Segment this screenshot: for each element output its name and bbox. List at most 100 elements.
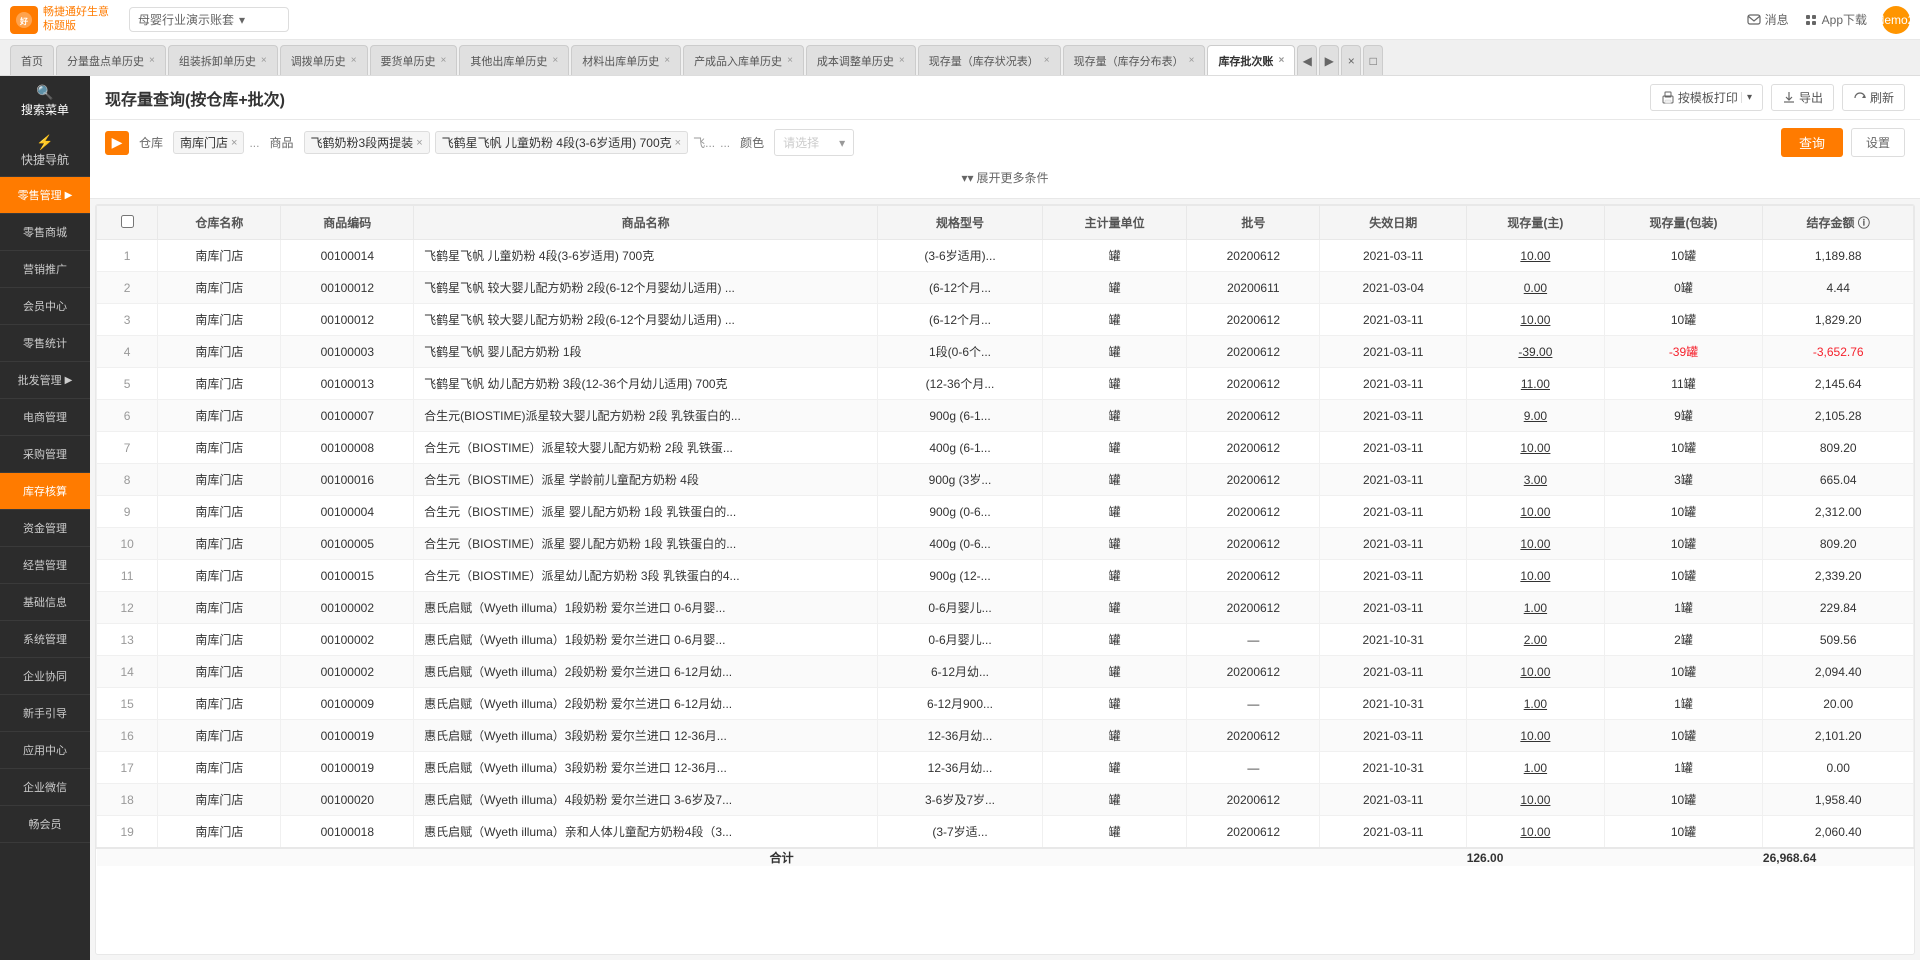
tab-maximize[interactable]: □ (1363, 45, 1383, 75)
cell-qty-main[interactable]: 10.00 (1467, 720, 1604, 752)
tab-home[interactable]: 首页 (10, 45, 54, 75)
close-tab-disassemble[interactable]: × (261, 55, 267, 66)
cell-qty-main[interactable]: -39.00 (1467, 336, 1604, 368)
sidebar-item-retail-mall[interactable]: 零售商城 (0, 214, 90, 251)
cell-qty-main[interactable]: 1.00 (1467, 752, 1604, 784)
close-tab-requisition[interactable]: × (441, 55, 447, 66)
filter-expand-btn[interactable]: ▶ (105, 131, 129, 155)
cell-qty-main[interactable]: 9.00 (1467, 400, 1604, 432)
cell-name: 飞鹤星飞帆 较大婴儿配方奶粉 2段(6-12个月婴幼儿适用) ... (414, 272, 878, 304)
dropdown-arrow-print[interactable]: ▾ (1741, 92, 1752, 103)
sidebar-item-basic-info[interactable]: 基础信息 (0, 584, 90, 621)
remove-product-tag-1[interactable]: × (416, 137, 422, 149)
tab-nav-right[interactable]: ▶ (1319, 45, 1339, 75)
tab-material-out[interactable]: 材料出库单历史 × (571, 45, 681, 75)
settings-btn[interactable]: 设置 (1851, 128, 1905, 157)
sidebar-item-retail-stats[interactable]: 零售统计 (0, 325, 90, 362)
query-btn[interactable]: 查询 (1781, 128, 1843, 157)
table-row: 2 南库门店 00100012 飞鹤星飞帆 较大婴儿配方奶粉 2段(6-12个月… (97, 272, 1914, 304)
sidebar-item-inventory[interactable]: 库存核算 (0, 473, 90, 510)
col-batch: 批号 (1187, 206, 1320, 240)
sidebar-item-member-plus[interactable]: 畅会员 (0, 806, 90, 843)
cell-qty-main[interactable]: 10.00 (1467, 304, 1604, 336)
sidebar-item-wholesale[interactable]: 批发管理 ▶ (0, 362, 90, 399)
cell-qty-main[interactable]: 10.00 (1467, 432, 1604, 464)
close-tab-stock-dist[interactable]: × (1189, 55, 1195, 66)
cell-qty-main[interactable]: 10.00 (1467, 240, 1604, 272)
cell-warehouse: 南库门店 (158, 336, 281, 368)
top-bar: 好 畅捷通好生意 标题版 母婴行业演示账套 ▾ 消息 App下载 demo2 (0, 0, 1920, 40)
cell-qty-main[interactable]: 1.00 (1467, 688, 1604, 720)
tab-disassemble[interactable]: 组装拆卸单历史 × (168, 45, 278, 75)
sidebar-item-operations[interactable]: 经营管理 (0, 547, 90, 584)
close-tab-other-out[interactable]: × (552, 55, 558, 66)
tab-split[interactable]: 分量盘点单历史 × (56, 45, 166, 75)
quick-nav[interactable]: ⚡ 快捷导航 (0, 126, 90, 177)
sidebar-item-retail-mgmt[interactable]: 零售管理 ▶ (0, 177, 90, 214)
refresh-btn[interactable]: 刷新 (1842, 84, 1905, 111)
sidebar-item-app-center[interactable]: 应用中心 (0, 732, 90, 769)
close-tab-cost-adjust[interactable]: × (899, 55, 905, 66)
tab-stock-dist[interactable]: 现存量（库存分布表） × (1063, 45, 1206, 75)
cell-qty-pkg: 10罐 (1604, 560, 1763, 592)
tab-batch-voucher[interactable]: 库存批次账 × (1207, 45, 1295, 75)
close-tab-stock-status[interactable]: × (1044, 55, 1050, 66)
sidebar-item-purchase[interactable]: 采购管理 (0, 436, 90, 473)
sidebar-item-finance[interactable]: 资金管理 (0, 510, 90, 547)
remove-warehouse-tag[interactable]: × (231, 137, 237, 149)
cell-qty-main[interactable]: 10.00 (1467, 560, 1604, 592)
cell-expire: 2021-10-31 (1320, 624, 1467, 656)
color-select[interactable]: 请选择 ▾ (774, 129, 854, 156)
sidebar-item-member[interactable]: 会员中心 (0, 288, 90, 325)
tab-stock-status[interactable]: 现存量（库存状况表） × (918, 45, 1061, 75)
close-tab-material-out[interactable]: × (664, 55, 670, 66)
expand-more-btn[interactable]: ▾▾ 展开更多条件 (105, 165, 1905, 190)
export-btn[interactable]: 导出 (1771, 84, 1834, 111)
print-btn[interactable]: 按模板打印 ▾ (1650, 84, 1763, 111)
close-tab-split[interactable]: × (149, 55, 155, 66)
cell-expire: 2021-03-11 (1320, 464, 1467, 496)
tab-adjust[interactable]: 调拨单历史 × (280, 45, 368, 75)
close-tab-batch-voucher[interactable]: × (1278, 55, 1284, 66)
cell-amount: 509.56 (1763, 624, 1914, 656)
sidebar-item-enterprise-wechat[interactable]: 企业微信 (0, 769, 90, 806)
cell-qty-main[interactable]: 0.00 (1467, 272, 1604, 304)
tab-cost-adjust[interactable]: 成本调整单历史 × (806, 45, 916, 75)
cell-code: 00100003 (281, 336, 414, 368)
sidebar-item-ecommerce[interactable]: 电商管理 (0, 399, 90, 436)
cell-check: 16 (97, 720, 158, 752)
tab-requisition[interactable]: 要货单历史 × (370, 45, 458, 75)
sidebar-item-enterprise-collab[interactable]: 企业协同 (0, 658, 90, 695)
tab-close-all[interactable]: × (1341, 45, 1361, 75)
cell-qty-main[interactable]: 10.00 (1467, 784, 1604, 816)
cell-qty-main[interactable]: 10.00 (1467, 496, 1604, 528)
cell-qty-main[interactable]: 10.00 (1467, 816, 1604, 849)
cell-warehouse: 南库门店 (158, 560, 281, 592)
cell-qty-main[interactable]: 1.00 (1467, 592, 1604, 624)
cell-qty-main[interactable]: 10.00 (1467, 528, 1604, 560)
select-all-checkbox[interactable] (121, 215, 134, 228)
close-tab-adjust[interactable]: × (351, 55, 357, 66)
app-download-btn[interactable]: App下载 (1804, 11, 1867, 28)
close-tab-product-in[interactable]: × (787, 55, 793, 66)
cell-qty-main[interactable]: 11.00 (1467, 368, 1604, 400)
cell-code: 00100019 (281, 720, 414, 752)
cell-qty-main[interactable]: 2.00 (1467, 624, 1604, 656)
remove-product-tag-2[interactable]: × (675, 137, 681, 149)
tab-product-in[interactable]: 产成品入库单历史 × (683, 45, 804, 75)
search-menu[interactable]: 🔍 搜索菜单 (0, 76, 90, 126)
cell-qty-main[interactable]: 10.00 (1467, 656, 1604, 688)
cell-qty-main[interactable]: 3.00 (1467, 464, 1604, 496)
sidebar-item-guide[interactable]: 新手引导 (0, 695, 90, 732)
sidebar-item-system[interactable]: 系统管理 (0, 621, 90, 658)
cell-check: 12 (97, 592, 158, 624)
tab-nav-left[interactable]: ◀ (1297, 45, 1317, 75)
tab-other-out[interactable]: 其他出库单历史 × (459, 45, 569, 75)
cell-amount: 2,101.20 (1763, 720, 1914, 752)
product-more[interactable]: ... (720, 136, 730, 150)
avatar[interactable]: demo2 (1882, 6, 1910, 34)
message-btn[interactable]: 消息 (1747, 11, 1789, 28)
sidebar-item-marketing[interactable]: 营销推广 (0, 251, 90, 288)
warehouse-more[interactable]: ... (249, 136, 259, 150)
workspace-selector[interactable]: 母婴行业演示账套 ▾ (129, 7, 289, 32)
